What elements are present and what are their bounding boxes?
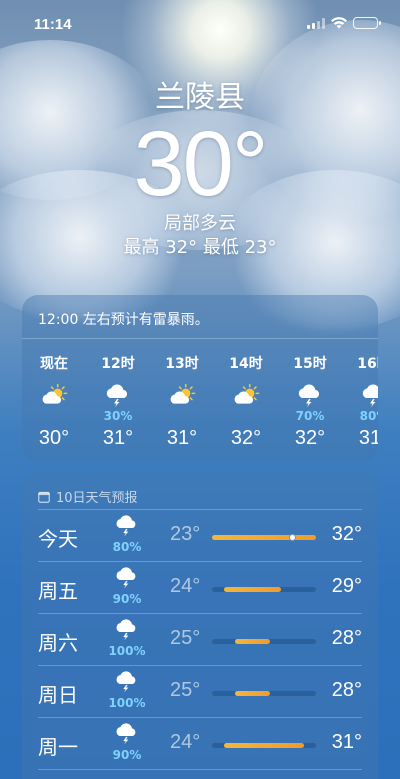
day-label: 周一 [38, 735, 78, 759]
temperature-range-fill [235, 691, 270, 696]
day-high-temp: 28° [331, 627, 362, 649]
hour-temperature: 31° [166, 427, 198, 449]
day-label: 今天 [38, 527, 78, 551]
wifi-icon [331, 17, 347, 29]
temperature-range-bar [212, 639, 316, 644]
hour-precip-chance: 70% [295, 409, 325, 423]
hour-label: 14时 [229, 356, 263, 372]
hourly-item: 现在 30° [22, 353, 86, 450]
day-high-temp: 29° [331, 575, 362, 597]
day-high-temp: 32° [331, 523, 362, 545]
day-label: 周日 [38, 683, 78, 707]
hour-label: 16时 [357, 356, 378, 372]
hourly-list[interactable]: 现在 30° 12时 30% 31° 13时 31° 14时 32° 15时 7… [22, 353, 378, 450]
day-label: 周六 [38, 631, 78, 655]
thunderstorm-icon [112, 566, 142, 592]
day-label: 周五 [38, 579, 78, 603]
high-low-text: 最高 32° 最低 23° [123, 237, 277, 258]
city-name: 兰陵县 [155, 80, 245, 115]
temperature-range-bar [212, 691, 316, 696]
day-precip-chance: 90% [112, 592, 142, 606]
daily-forecast-header: 10日天气预报 [38, 472, 362, 510]
day-precip-chance: 80% [112, 540, 142, 554]
day-precip-chance: 100% [108, 696, 146, 710]
day-low-temp: 23° [170, 523, 201, 545]
daily-forecast-title: 10日天气预报 [56, 491, 138, 506]
thunderstorm-icon [278, 381, 342, 409]
battery-icon [353, 17, 381, 29]
hour-temperature: 30° [38, 427, 70, 449]
daily-row[interactable]: 周六 100% 25° 28° [38, 614, 362, 666]
day-precip-chance: 100% [108, 644, 146, 658]
partly-sunny-icon [214, 381, 278, 409]
temperature-range-bar [212, 587, 316, 592]
daily-row[interactable]: 今天 80% 23° 32° [38, 510, 362, 562]
daily-list: 今天 80% 23° 32° 周五 90% 24° 29° 周六 100% 25… [22, 510, 378, 770]
hour-temperature: 32° [230, 427, 262, 449]
day-precip-chance: 90% [112, 748, 142, 762]
hour-label: 15时 [293, 356, 327, 372]
hour-temperature: 32° [294, 427, 326, 449]
temperature-range-fill [223, 743, 305, 748]
hourly-item: 13时 31° [150, 353, 214, 450]
thunderstorm-icon [342, 381, 378, 409]
condition-text: 局部多云 [164, 213, 236, 234]
day-low-temp: 24° [170, 575, 201, 597]
cellular-signal-icon [307, 17, 325, 29]
partly-sunny-icon [22, 381, 86, 409]
hour-label: 现在 [40, 356, 68, 372]
thunderstorm-icon [112, 722, 142, 748]
hourly-summary: 12:00 左右预计有雷暴雨。 [22, 295, 378, 339]
day-low-temp: 24° [170, 731, 201, 753]
thunderstorm-icon [86, 381, 150, 409]
temperature-range-fill [223, 587, 282, 592]
day-high-temp: 28° [331, 679, 362, 701]
day-low-temp: 25° [170, 679, 201, 701]
hourly-item: 16时 80% 31° [342, 353, 378, 450]
hourly-item: 12时 30% 31° [86, 353, 150, 450]
temperature-range-bar [212, 743, 316, 748]
hourly-item: 14时 32° [214, 353, 278, 450]
daily-forecast-card[interactable]: 10日天气预报 今天 80% 23° 32° 周五 90% 24° 29° 周六… [22, 472, 378, 779]
daily-row[interactable]: 周日 100% 25° 28° [38, 666, 362, 718]
current-conditions: 兰陵县 30° 局部多云 最高 32° 最低 23° [0, 78, 400, 260]
hour-temperature: 31° [102, 427, 134, 449]
temperature-range-fill [235, 639, 270, 644]
hour-temperature: 31° [358, 427, 378, 449]
temperature-range-fill [212, 535, 316, 540]
current-temperature: 30° [133, 113, 268, 215]
hour-label: 12时 [101, 356, 135, 372]
daily-row[interactable]: 周五 90% 24° 29° [38, 562, 362, 614]
thunderstorm-icon [112, 670, 142, 696]
day-high-temp: 31° [331, 731, 362, 753]
partly-sunny-icon [150, 381, 214, 409]
hour-label: 13时 [165, 356, 199, 372]
daily-row[interactable]: 周一 90% 24° 31° [38, 718, 362, 770]
hourly-item: 15时 70% 32° [278, 353, 342, 450]
status-time: 11:14 [34, 16, 72, 33]
hour-precip-chance: 80% [359, 409, 378, 423]
calendar-icon [38, 491, 50, 503]
hour-precip-chance: 30% [103, 409, 133, 423]
hourly-forecast-card[interactable]: 12:00 左右预计有雷暴雨。 现在 30° 12时 30% 31° 13时 3… [22, 295, 378, 461]
hour-precip-chance [150, 409, 214, 423]
temperature-range-bar [212, 534, 316, 541]
thunderstorm-icon [112, 618, 142, 644]
thunderstorm-icon [112, 514, 142, 540]
day-low-temp: 25° [170, 627, 201, 649]
hour-precip-chance [214, 409, 278, 423]
status-bar: 11:14 [0, 0, 400, 48]
hour-precip-chance [22, 409, 86, 423]
